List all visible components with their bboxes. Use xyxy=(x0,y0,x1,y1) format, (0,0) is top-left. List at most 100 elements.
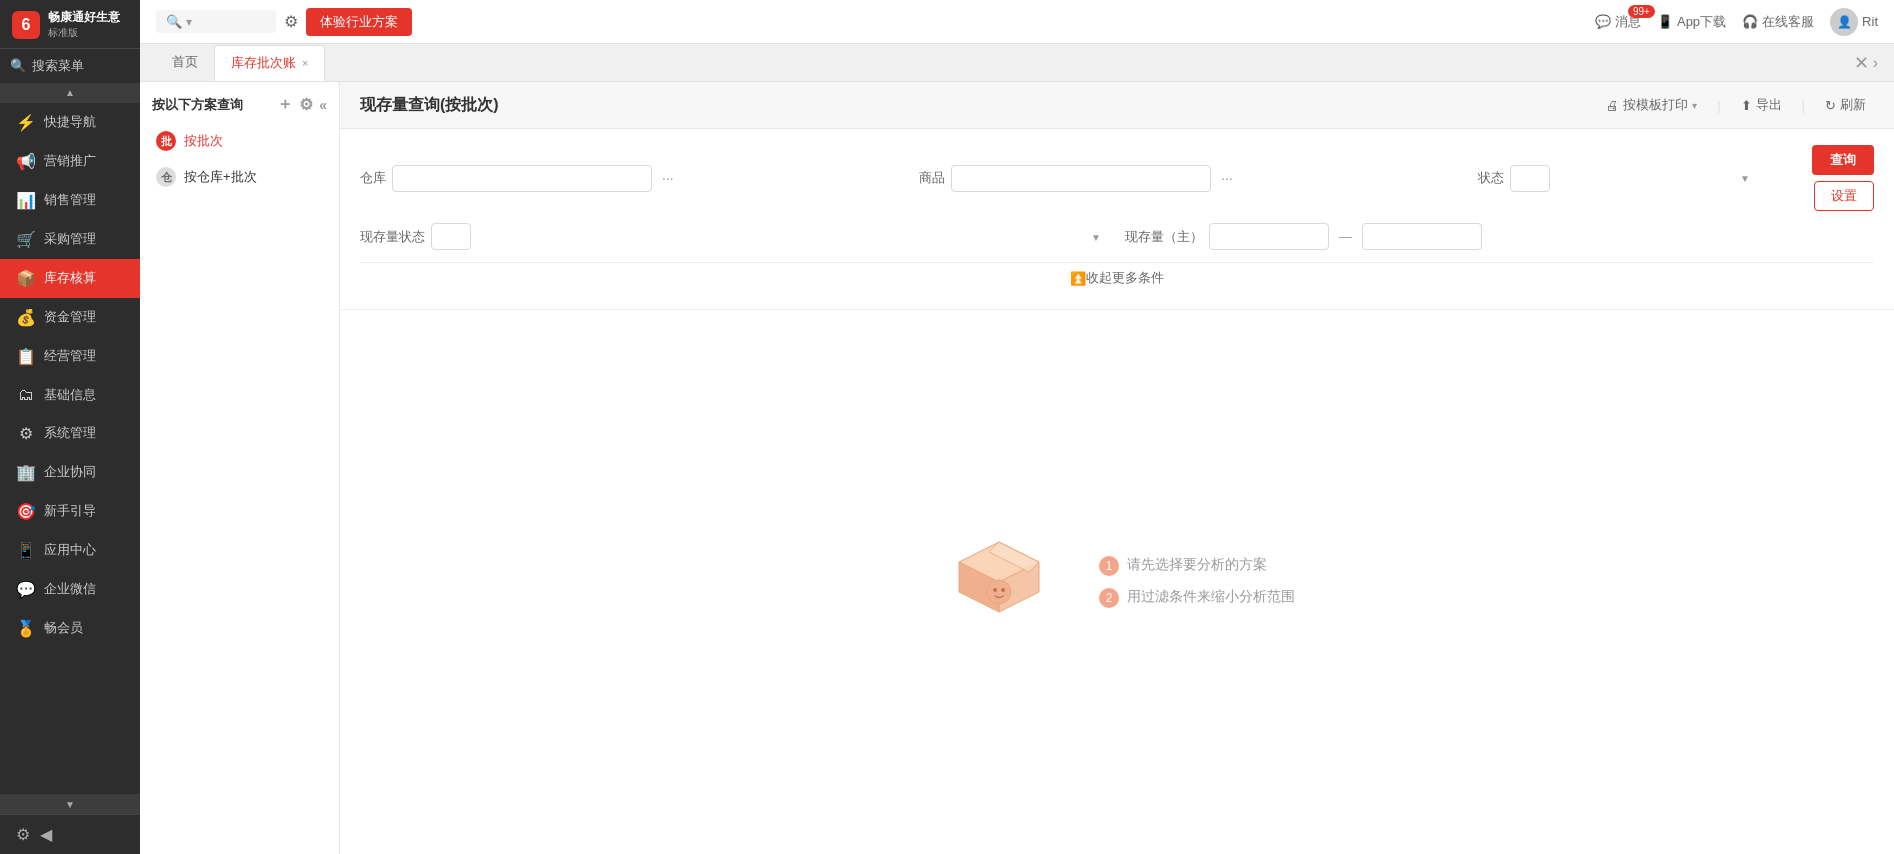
nav-icon-inventory: 📦 xyxy=(16,269,36,288)
sidebar-item-sales[interactable]: 📊 销售管理 xyxy=(0,181,140,220)
product-label: 商品 xyxy=(919,169,945,187)
message-icon: 💬 xyxy=(1595,14,1611,29)
refresh-button[interactable]: ↻ 刷新 xyxy=(1817,92,1874,118)
search-dropdown[interactable]: ▾ xyxy=(186,15,192,29)
filter-status: 状态 xyxy=(1478,165,1758,192)
main-area: 🔍 ▾ ⚙ 体验行业方案 💬 消息 99+ 📱 App下载 🎧 在线客服 xyxy=(140,0,1894,854)
message-badge: 99+ xyxy=(1628,5,1655,18)
status-label: 状态 xyxy=(1478,169,1504,187)
scheme-settings-icon[interactable]: ⚙ xyxy=(299,95,313,114)
svg-point-5 xyxy=(993,588,997,592)
tabs-bar: 首页 库存批次账 × ✕ › xyxy=(140,44,1894,82)
tab-close-icon[interactable]: × xyxy=(302,57,308,69)
stock-status-label: 现存量状态 xyxy=(360,228,425,246)
tabs-more-icon[interactable]: › xyxy=(1873,54,1878,72)
online-service-label: 在线客服 xyxy=(1762,13,1814,31)
tip-text-2: 用过滤条件来缩小分析范围 xyxy=(1127,588,1295,606)
online-service-button[interactable]: 🎧 在线客服 xyxy=(1742,13,1814,31)
sidebar-item-vip[interactable]: 🏅 畅会员 xyxy=(0,609,140,648)
settings-footer-icon[interactable]: ⚙ xyxy=(16,825,30,844)
app-download-label: App下载 xyxy=(1677,13,1726,31)
sidebar-search[interactable]: 🔍 搜索菜单 xyxy=(0,49,140,83)
tab-inventory-batch[interactable]: 库存批次账 × xyxy=(214,45,325,81)
sidebar-item-shortcut[interactable]: ⚡ 快捷导航 xyxy=(0,103,140,142)
search-icon-top: 🔍 xyxy=(166,14,182,29)
trial-button[interactable]: 体验行业方案 xyxy=(306,8,412,36)
sidebar-item-inventory[interactable]: 📦 库存核算 xyxy=(0,259,140,298)
service-icon: 🎧 xyxy=(1742,14,1758,29)
stock-qty-min-input[interactable] xyxy=(1209,223,1329,250)
scheme-by-batch[interactable]: 批 按批次 xyxy=(140,123,339,159)
sidebar-scroll-up[interactable]: ▲ xyxy=(0,83,140,103)
page-title: 现存量查询(按批次) xyxy=(360,95,499,116)
add-scheme-icon[interactable]: ＋ xyxy=(277,94,293,115)
sidebar-item-newbie[interactable]: 🎯 新手引导 xyxy=(0,492,140,531)
tab-home[interactable]: 首页 xyxy=(156,45,214,81)
message-button[interactable]: 💬 消息 99+ xyxy=(1595,13,1641,31)
warehouse-more-icon[interactable]: ··· xyxy=(658,168,678,188)
stock-status-select-wrap xyxy=(431,223,1109,250)
stock-qty-max-input[interactable] xyxy=(1362,223,1482,250)
app-download-button[interactable]: 📱 App下载 xyxy=(1657,13,1726,31)
sidebar-item-marketing[interactable]: 📢 营销推广 xyxy=(0,142,140,181)
nav-label-marketing: 营销推广 xyxy=(44,152,96,170)
nav-icon-marketing: 📢 xyxy=(16,152,36,171)
product-input[interactable] xyxy=(951,165,1211,192)
logo-char: 6 xyxy=(22,16,31,34)
sidebar-item-appstore[interactable]: 📱 应用中心 xyxy=(0,531,140,570)
query-button[interactable]: 查询 xyxy=(1812,145,1874,175)
nav-icon-shortcut: ⚡ xyxy=(16,113,36,132)
sidebar-item-operation[interactable]: 📋 经营管理 xyxy=(0,337,140,376)
scheme-batch-icon: 批 xyxy=(156,131,176,151)
sidebar-item-purchase[interactable]: 🛒 采购管理 xyxy=(0,220,140,259)
sidebar-item-system[interactable]: ⚙ 系统管理 xyxy=(0,414,140,453)
nav-label-system: 系统管理 xyxy=(44,424,96,442)
print-dropdown-icon[interactable]: ▾ xyxy=(1692,100,1697,111)
toggle-sidebar-icon[interactable]: ◀ xyxy=(40,825,52,844)
tabs-close-all-button[interactable]: ✕ xyxy=(1854,52,1869,74)
left-panel-title: 按以下方案查询 xyxy=(152,96,243,114)
search-icon: 🔍 xyxy=(10,58,26,73)
print-button[interactable]: 🖨 按模板打印 ▾ xyxy=(1598,92,1705,118)
warehouse-input[interactable] xyxy=(392,165,652,192)
sidebar-item-wechat[interactable]: 💬 企业微信 xyxy=(0,570,140,609)
topbar-gear-icon[interactable]: ⚙ xyxy=(284,12,298,31)
sidebar-item-enterprise[interactable]: 🏢 企业协同 xyxy=(0,453,140,492)
collapse-conditions-button[interactable]: ⏫ 收起更多条件 xyxy=(360,262,1874,293)
product-more-icon[interactable]: ··· xyxy=(1217,168,1237,188)
collapse-left-icon[interactable]: « xyxy=(319,97,327,113)
sidebar-nav: ⚡ 快捷导航 📢 营销推广 📊 销售管理 🛒 采购管理 📦 库存核算 💰 资金管… xyxy=(0,103,140,794)
sidebar-scroll-down[interactable]: ▼ xyxy=(0,794,140,814)
user-profile[interactable]: 👤 Rit xyxy=(1830,8,1878,36)
export-button[interactable]: ⬆ 导出 xyxy=(1733,92,1790,118)
topbar-search-bar[interactable]: 🔍 ▾ xyxy=(156,10,276,33)
scheme-by-warehouse-batch[interactable]: 仓 按仓库+批次 xyxy=(140,159,339,195)
nav-label-appstore: 应用中心 xyxy=(44,541,96,559)
nav-icon-appstore: 📱 xyxy=(16,541,36,560)
tip-num-2: 2 xyxy=(1099,588,1119,608)
print-icon: 🖨 xyxy=(1606,98,1619,113)
nav-icon-operation: 📋 xyxy=(16,347,36,366)
nav-icon-enterprise: 🏢 xyxy=(16,463,36,482)
content-area: 按以下方案查询 ＋ ⚙ « 批 按批次 仓 按仓库+批次 现存量查询(按批次) xyxy=(140,82,1894,854)
scheme-batch-label: 按批次 xyxy=(184,132,223,150)
nav-label-basic: 基础信息 xyxy=(44,386,96,404)
sidebar-title-block: 畅康通好生意 标准版 xyxy=(48,10,120,40)
export-icon: ⬆ xyxy=(1741,98,1752,113)
download-icon: 📱 xyxy=(1657,14,1673,29)
sidebar-item-basic[interactable]: 🗂 基础信息 xyxy=(0,376,140,414)
settings-button[interactable]: 设置 xyxy=(1814,181,1874,211)
right-panel: 现存量查询(按批次) 🖨 按模板打印 ▾ | ⬆ 导出 | ↻ xyxy=(340,82,1894,854)
status-select[interactable] xyxy=(1510,165,1550,192)
stock-status-select[interactable] xyxy=(431,223,471,250)
stock-qty-label: 现存量（主） xyxy=(1125,228,1203,246)
empty-state: 1 请先选择要分析的方案 2 用过滤条件来缩小分析范围 xyxy=(340,310,1894,854)
nav-label-operation: 经营管理 xyxy=(44,347,96,365)
sidebar-item-finance[interactable]: 💰 资金管理 xyxy=(0,298,140,337)
warehouse-label: 仓库 xyxy=(360,169,386,187)
sidebar-header: 6 畅康通好生意 标准版 xyxy=(0,0,140,49)
collapse-icon: ⏫ xyxy=(1070,271,1086,286)
nav-icon-purchase: 🛒 xyxy=(16,230,36,249)
separator2: | xyxy=(1802,98,1805,113)
page-title-bar: 现存量查询(按批次) 🖨 按模板打印 ▾ | ⬆ 导出 | ↻ xyxy=(340,82,1894,129)
